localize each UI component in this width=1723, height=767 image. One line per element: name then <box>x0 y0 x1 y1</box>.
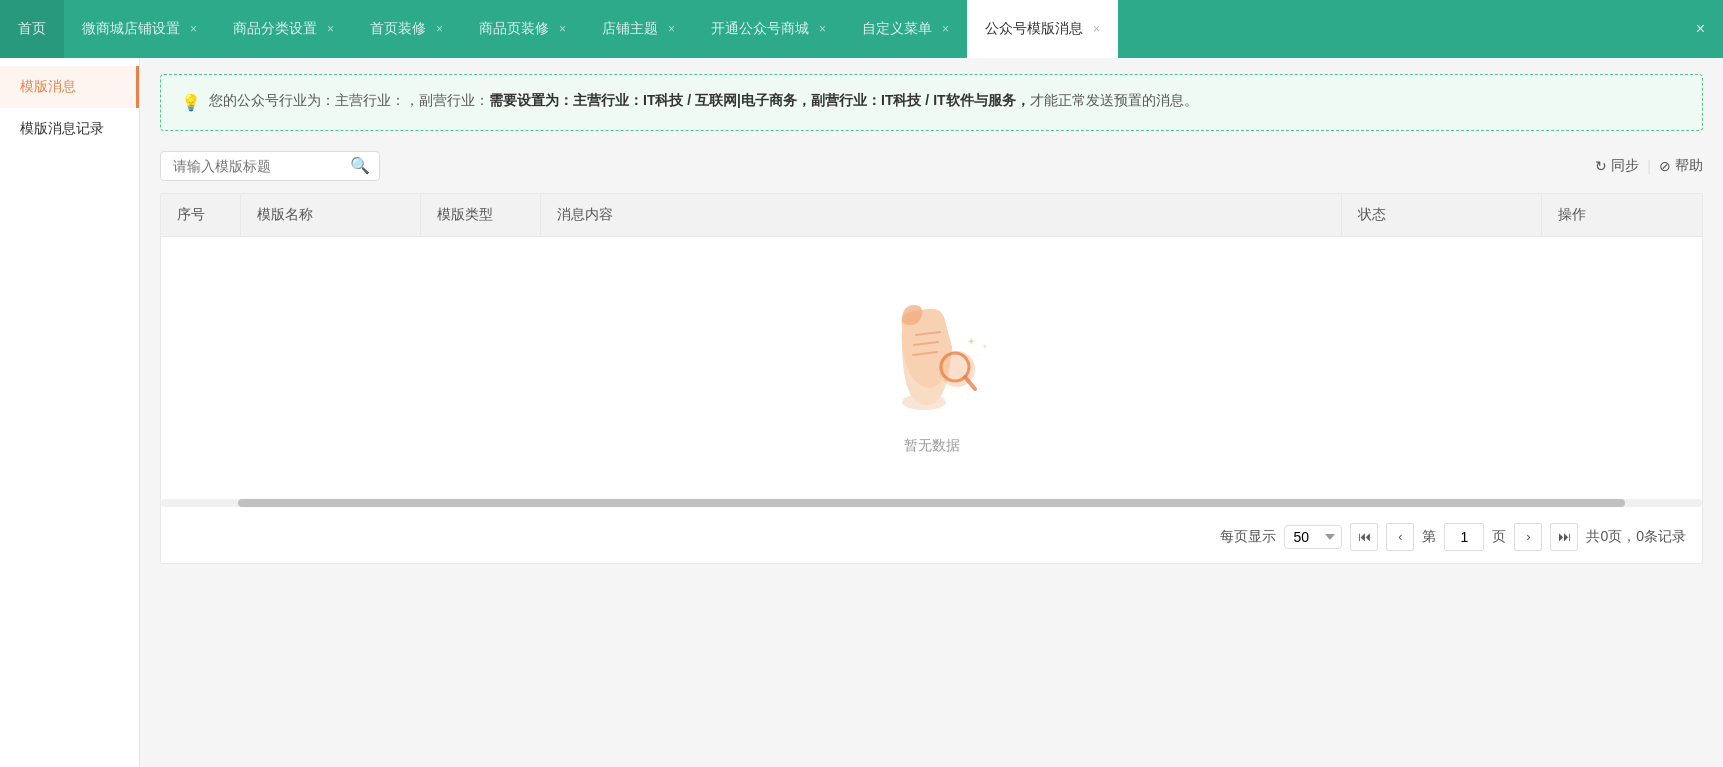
sidebar-item-template-msg-label: 模版消息 <box>20 78 76 94</box>
main-layout: 模版消息 模版消息记录 💡 您的公众号行业为：主营行业：，副营行业：需要设置为：… <box>0 58 1723 767</box>
scrollbar-thumb[interactable] <box>238 499 1625 507</box>
th-content: 消息内容 <box>541 194 1342 236</box>
nav-tab-template-msg-label: 公众号模版消息 <box>985 20 1083 38</box>
toolbar-divider: | <box>1647 158 1651 174</box>
th-action: 操作 <box>1542 194 1702 236</box>
svg-text:·: · <box>977 350 979 359</box>
help-button[interactable]: ⊘ 帮助 <box>1659 157 1703 175</box>
page-input[interactable] <box>1444 523 1484 551</box>
search-bar: 🔍 ↻ 同步 | ⊘ 帮助 <box>160 151 1703 181</box>
sync-icon: ↻ <box>1595 158 1607 174</box>
help-icon: ⊘ <box>1659 158 1671 174</box>
sync-button[interactable]: ↻ 同步 <box>1595 157 1639 175</box>
nav-tab-product-category-label: 商品分类设置 <box>233 20 317 38</box>
notice-highlight: 需要设置为：主营行业：IT科技 / 互联网|电子商务，副营行业：IT科技 / I… <box>489 92 1030 108</box>
close-icon[interactable]: × <box>436 22 443 36</box>
content-area: 💡 您的公众号行业为：主营行业：，副营行业：需要设置为：主营行业：IT科技 / … <box>140 58 1723 767</box>
notice-suffix: 才能正常发送预置的消息。 <box>1030 92 1198 108</box>
search-input[interactable] <box>160 151 380 181</box>
nav-close-all-button[interactable]: × <box>1678 20 1723 38</box>
page-label: 第 <box>1422 528 1436 546</box>
horizontal-scrollbar[interactable] <box>161 499 1702 507</box>
nav-tab-store-theme-label: 店铺主题 <box>602 20 658 38</box>
nav-tab-product-decor-label: 商品页装修 <box>479 20 549 38</box>
prev-page-button[interactable]: ‹ <box>1386 523 1414 551</box>
svg-text:✦: ✦ <box>967 336 975 347</box>
empty-text: 暂无数据 <box>904 437 960 455</box>
nav-tab-product-category[interactable]: 商品分类设置 × <box>215 0 352 58</box>
sidebar: 模版消息 模版消息记录 <box>0 58 140 767</box>
nav-tab-template-msg[interactable]: 公众号模版消息 × <box>967 0 1118 58</box>
table-header: 序号 模版名称 模版类型 消息内容 状态 操作 <box>161 194 1702 237</box>
close-icon[interactable]: × <box>559 22 566 36</box>
close-icon[interactable]: × <box>327 22 334 36</box>
close-icon[interactable]: × <box>668 22 675 36</box>
search-input-wrap: 🔍 <box>160 151 380 181</box>
notice-icon: 💡 <box>181 90 201 116</box>
pagination: 每页显示 50 10 20 100 ⏮ ‹ 第 页 › <box>161 511 1702 563</box>
first-page-icon: ⏮ <box>1358 529 1371 544</box>
th-type: 模版类型 <box>421 194 541 236</box>
empty-illustration: ✦ · ✦ <box>872 297 992 417</box>
empty-state: ✦ · ✦ 暂无数据 <box>161 237 1702 495</box>
next-page-icon: › <box>1526 529 1530 544</box>
close-icon[interactable]: × <box>1093 22 1100 36</box>
nav-tab-custom-menu[interactable]: 自定义菜单 × <box>844 0 967 58</box>
sidebar-item-template-msg-log[interactable]: 模版消息记录 <box>0 108 139 150</box>
first-page-button[interactable]: ⏮ <box>1350 523 1378 551</box>
notice-text: 您的公众号行业为：主营行业：，副营行业：需要设置为：主营行业：IT科技 / 互联… <box>209 89 1682 111</box>
help-label: 帮助 <box>1675 157 1703 175</box>
last-page-button[interactable]: ⏭ <box>1550 523 1578 551</box>
page-size-select[interactable]: 50 10 20 100 <box>1284 525 1342 549</box>
notice-prefix: 您的公众号行业为：主营行业：，副营行业： <box>209 92 489 108</box>
th-name: 模版名称 <box>241 194 421 236</box>
nav-tab-home-label: 首页 <box>18 20 46 38</box>
next-page-button[interactable]: › <box>1514 523 1542 551</box>
nav-tab-store-theme[interactable]: 店铺主题 × <box>584 0 693 58</box>
nav-tab-open-mall[interactable]: 开通公众号商城 × <box>693 0 844 58</box>
close-icon[interactable]: × <box>819 22 826 36</box>
total-info: 共0页，0条记录 <box>1586 528 1686 546</box>
nav-tab-custom-menu-label: 自定义菜单 <box>862 20 932 38</box>
nav-tab-micro-store[interactable]: 微商城店铺设置 × <box>64 0 215 58</box>
nav-tab-home-decor-label: 首页装修 <box>370 20 426 38</box>
toolbar-right: ↻ 同步 | ⊘ 帮助 <box>1595 157 1703 175</box>
nav-tab-product-decor[interactable]: 商品页装修 × <box>461 0 584 58</box>
th-seq: 序号 <box>161 194 241 236</box>
page-suffix: 页 <box>1492 528 1506 546</box>
th-status: 状态 <box>1342 194 1542 236</box>
page-size-label: 每页显示 <box>1220 528 1276 546</box>
prev-page-icon: ‹ <box>1398 529 1402 544</box>
top-nav: 首页 微商城店铺设置 × 商品分类设置 × 首页装修 × 商品页装修 × 店铺主… <box>0 0 1723 58</box>
sync-label: 同步 <box>1611 157 1639 175</box>
svg-text:✦: ✦ <box>982 343 988 350</box>
search-icon[interactable]: 🔍 <box>350 156 370 175</box>
sidebar-item-template-msg[interactable]: 模版消息 <box>0 66 139 108</box>
nav-tab-home-decor[interactable]: 首页装修 × <box>352 0 461 58</box>
sidebar-item-template-msg-log-label: 模版消息记录 <box>20 120 104 136</box>
last-page-icon: ⏭ <box>1558 529 1571 544</box>
nav-tab-home[interactable]: 首页 <box>0 0 64 58</box>
close-icon[interactable]: × <box>190 22 197 36</box>
close-icon[interactable]: × <box>942 22 949 36</box>
nav-tab-micro-store-label: 微商城店铺设置 <box>82 20 180 38</box>
nav-tab-open-mall-label: 开通公众号商城 <box>711 20 809 38</box>
notice-box: 💡 您的公众号行业为：主营行业：，副营行业：需要设置为：主营行业：IT科技 / … <box>160 74 1703 131</box>
data-table: 序号 模版名称 模版类型 消息内容 状态 操作 <box>160 193 1703 564</box>
